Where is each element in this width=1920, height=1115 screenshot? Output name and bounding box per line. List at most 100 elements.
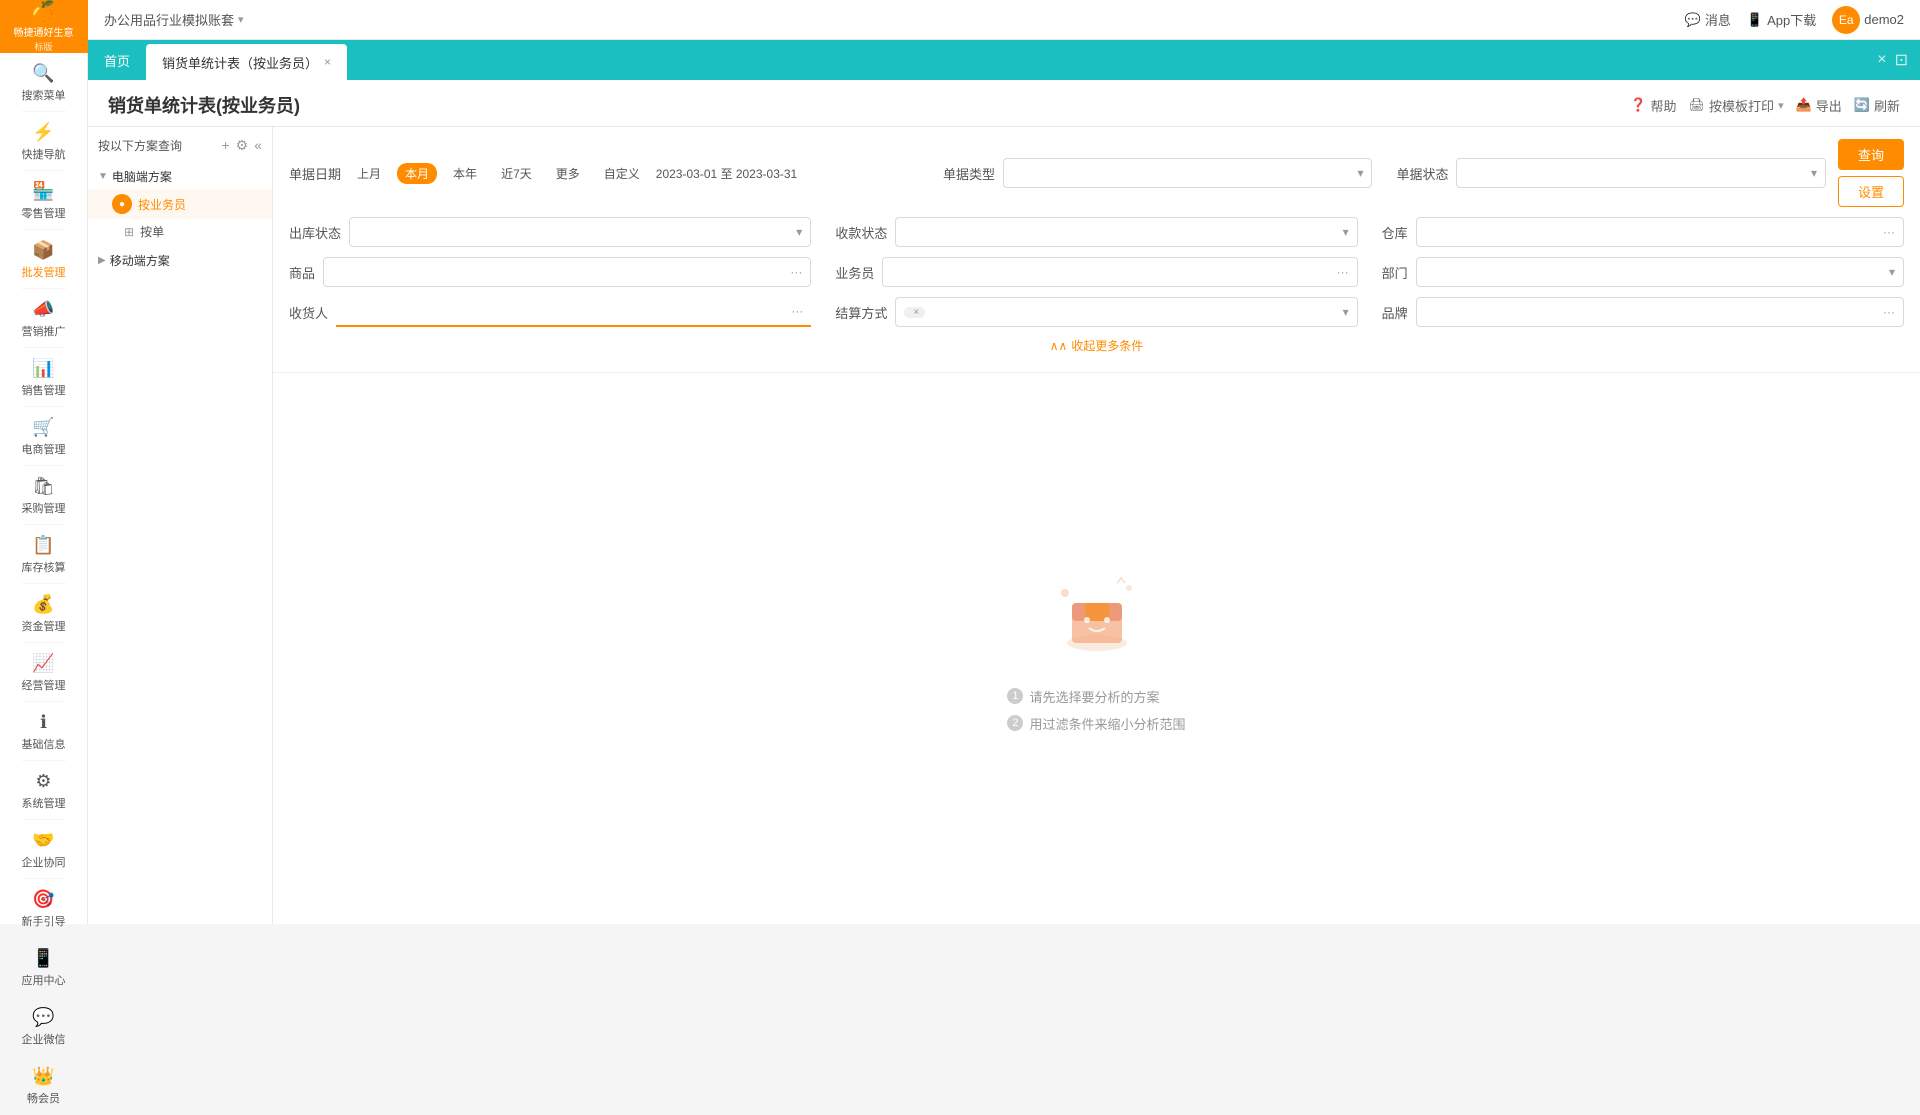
- salesman-control[interactable]: ···: [882, 257, 1357, 287]
- sidebar: 🍊 畅捷通好生意 标版 🔍搜索菜单 ⚡ 快捷导航 🏪零售管理📦批发管理📣营销推广📊销售…: [0, 0, 88, 924]
- recipient-control[interactable]: ···: [336, 297, 811, 327]
- schema-item-label: 按业务员: [138, 196, 186, 213]
- sidebar-item-快捷导航[interactable]: ⚡ 快捷导航: [22, 112, 66, 171]
- settlement-clear-icon[interactable]: ×: [913, 307, 919, 318]
- brand-control[interactable]: ···: [1416, 297, 1904, 327]
- receive-status-dropdown-icon: ▾: [1343, 225, 1349, 239]
- sidebar-item-基础信息[interactable]: ℹ基础信息: [22, 702, 66, 761]
- print-dropdown-icon[interactable]: ▾: [1778, 99, 1784, 112]
- brand-more-icon: ···: [1883, 305, 1895, 319]
- sidebar-item-批发管理[interactable]: 📦批发管理: [22, 230, 66, 289]
- empty-illustration: [1047, 568, 1147, 671]
- tab-close-window-icon[interactable]: ×: [1877, 51, 1886, 69]
- settlement-control[interactable]: × ▾: [895, 297, 1357, 327]
- date-custom[interactable]: 自定义: [596, 163, 648, 184]
- out-status-control[interactable]: ▾: [349, 217, 811, 247]
- sidebar-item-畅会员[interactable]: 👑畅会员: [22, 1056, 66, 1115]
- schema-sub-item-order[interactable]: ⊞ 按单: [88, 219, 272, 244]
- tab-active[interactable]: 销货单统计表（按业务员） ×: [146, 44, 347, 80]
- empty-tip-1: 1 请先选择要分析的方案: [1007, 687, 1185, 706]
- settings-button[interactable]: 设置: [1838, 176, 1904, 207]
- inner-layout: 按以下方案查询 + ⚙ « ▼ 电脑端方案 ● 按业务员: [88, 127, 1920, 924]
- date-this-month[interactable]: 本月: [397, 163, 437, 184]
- logo-text: 畅捷通好生意: [14, 28, 74, 40]
- nav-label-10: 经营管理: [22, 677, 66, 693]
- tab-home[interactable]: 首页: [88, 40, 146, 80]
- goods-more-icon: ···: [790, 265, 802, 279]
- sidebar-item-零售管理[interactable]: 🏪零售管理: [22, 171, 66, 230]
- app-download-btn[interactable]: 📱 App下载: [1747, 10, 1816, 29]
- message-btn[interactable]: 💬 消息: [1685, 10, 1731, 29]
- print-btn[interactable]: 🖨 按模板打印 ▾: [1689, 96, 1784, 115]
- nav-label-14: 新手引导: [22, 913, 66, 929]
- nav-label-6: 电商管理: [22, 441, 66, 457]
- filter-order-type: 单据类型 ▾: [943, 158, 1373, 188]
- nav-label-0: 搜索菜单: [22, 87, 66, 103]
- workspace-title[interactable]: 办公用品行业模拟账套 ▾: [104, 10, 244, 29]
- schema-settings-icon[interactable]: ⚙: [236, 137, 249, 154]
- filter-recipient: 收货人 ···: [289, 297, 811, 327]
- sidebar-item-销售管理[interactable]: 📊销售管理: [22, 348, 66, 407]
- sidebar-item-搜索菜单[interactable]: 🔍搜索菜单: [22, 53, 66, 112]
- receive-status-label: 收款状态: [835, 223, 887, 242]
- date-options: 上月 本月 本年 近7天 更多 自定义 2023-03-01 至 2023-03…: [349, 163, 797, 184]
- sub-item-icon: ⊞: [124, 225, 134, 239]
- settlement-clear-tag[interactable]: ×: [904, 307, 925, 318]
- nav-icon-13: 🤝: [32, 830, 54, 851]
- user-profile[interactable]: Ea demo2: [1832, 6, 1904, 34]
- recipient-input[interactable]: [344, 304, 791, 318]
- sidebar-item-库存核算[interactable]: 📋库存核算: [22, 525, 66, 584]
- tab-bar: 首页 销货单统计表（按业务员） × × ⊡: [88, 40, 1920, 80]
- export-btn[interactable]: 📤 导出: [1796, 96, 1842, 115]
- dept-label: 部门: [1382, 263, 1408, 282]
- nav-label-1: 快捷导航: [22, 146, 66, 162]
- schema-item-salesman[interactable]: ● 按业务员: [88, 189, 272, 219]
- nav-label-9: 资金管理: [22, 618, 66, 634]
- nav-icon-16: 💬: [32, 1007, 54, 1028]
- action-buttons: 查询 设置: [1826, 139, 1904, 207]
- date-7days[interactable]: 近7天: [493, 163, 540, 184]
- date-last-month[interactable]: 上月: [349, 163, 389, 184]
- empty-tips: 1 请先选择要分析的方案 2 用过滤条件来缩小分析范围: [1007, 687, 1185, 733]
- collapse-panel-icon[interactable]: «: [254, 137, 262, 154]
- active-schema-icon: ●: [112, 194, 132, 214]
- sidebar-item-营销推广[interactable]: 📣营销推广: [22, 289, 66, 348]
- schema-group-mobile-header[interactable]: ▶ 移动端方案: [88, 248, 272, 273]
- sidebar-item-电商管理[interactable]: 🛒电商管理: [22, 407, 66, 466]
- receive-status-control[interactable]: ▾: [895, 217, 1357, 247]
- sidebar-item-新手引导[interactable]: 🎯新手引导: [22, 879, 66, 938]
- tab-close-icon[interactable]: ×: [324, 55, 331, 69]
- date-this-year[interactable]: 本年: [445, 163, 485, 184]
- add-schema-icon[interactable]: +: [221, 137, 229, 154]
- warehouse-control[interactable]: ···: [1416, 217, 1904, 247]
- sidebar-item-经营管理[interactable]: 📈经营管理: [22, 643, 66, 702]
- nav-label-7: 采购管理: [22, 500, 66, 516]
- sidebar-item-资金管理[interactable]: 💰 资金管理: [22, 584, 66, 643]
- help-btn[interactable]: ❓ 帮助: [1630, 96, 1676, 115]
- goods-control[interactable]: ···: [323, 257, 811, 287]
- logo-sub: 标版: [34, 40, 52, 53]
- app-logo[interactable]: 🍊 畅捷通好生意 标版: [0, 0, 88, 53]
- sidebar-item-采购管理[interactable]: 🛍采购管理: [22, 466, 66, 525]
- schema-group-pc: ▼ 电脑端方案 ● 按业务员 ⊞ 按单: [88, 162, 272, 246]
- refresh-btn[interactable]: 🔄 刷新: [1854, 96, 1900, 115]
- sidebar-item-企业协同[interactable]: 🤝企业协同: [22, 820, 66, 879]
- main-area: 办公用品行业模拟账套 ▾ 💬 消息 📱 App下载 Ea demo2: [88, 0, 1920, 924]
- sidebar-item-企业微信[interactable]: 💬企业微信: [22, 997, 66, 1056]
- date-more[interactable]: 更多: [548, 163, 588, 184]
- nav-icon-1: ⚡: [32, 122, 54, 143]
- page-title: 销货单统计表(按业务员): [108, 92, 300, 118]
- order-status-control[interactable]: ▾: [1456, 158, 1826, 188]
- filter-dept: 部门 ▾: [1382, 257, 1904, 287]
- query-button[interactable]: 查询: [1838, 139, 1904, 170]
- sidebar-item-应用中心[interactable]: 📱应用中心: [22, 938, 66, 997]
- collapse-btn[interactable]: ∧∧ 收起更多条件: [1050, 337, 1144, 354]
- tab-restore-icon[interactable]: ⊡: [1895, 50, 1908, 70]
- recipient-label: 收货人: [289, 303, 328, 322]
- dept-control[interactable]: ▾: [1416, 257, 1904, 287]
- sidebar-item-系统管理[interactable]: ⚙系统管理: [22, 761, 66, 820]
- order-type-control[interactable]: ▾: [1003, 158, 1373, 188]
- schema-group-pc-header[interactable]: ▼ 电脑端方案: [88, 164, 272, 189]
- filter-out-status: 出库状态 ▾: [289, 217, 811, 247]
- nav-icon-9: 💰: [32, 594, 54, 615]
